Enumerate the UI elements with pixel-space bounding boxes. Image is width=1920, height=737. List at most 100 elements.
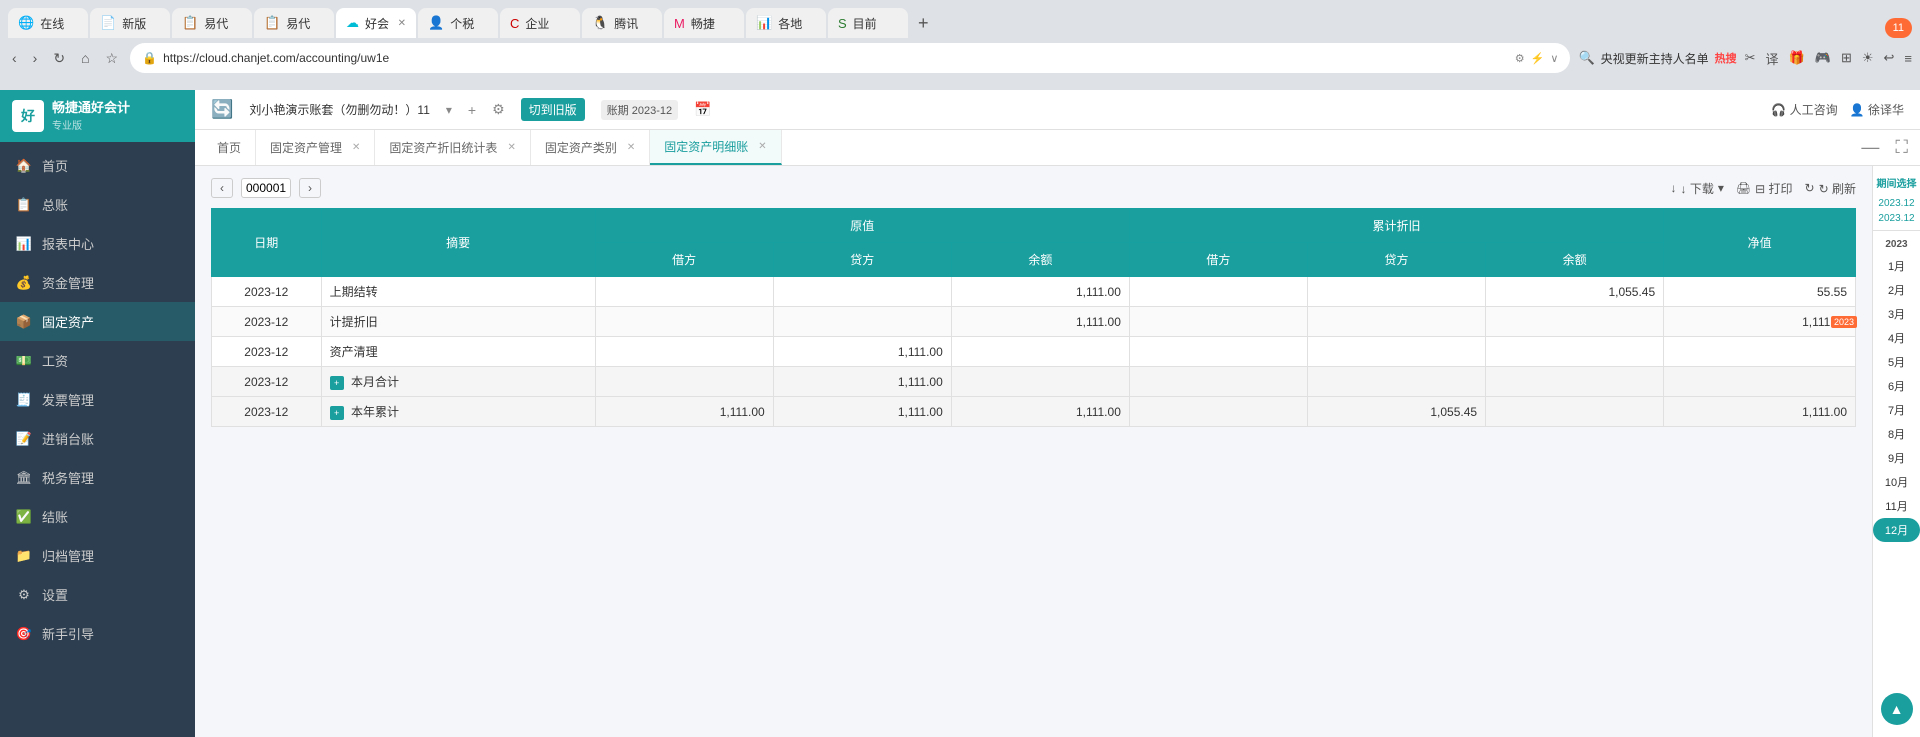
company-name: 刘小艳演示账套（勿删勿动！）11 bbox=[249, 101, 429, 118]
user-btn[interactable]: 👤 徐译华 bbox=[1850, 101, 1904, 118]
next-page-btn[interactable]: › bbox=[299, 178, 321, 198]
refresh-icon: ↻ bbox=[1805, 181, 1815, 195]
back-btn[interactable]: ‹ bbox=[8, 48, 21, 68]
sidebar-item-home[interactable]: 🏠 首页 bbox=[0, 146, 195, 185]
add-company-btn[interactable]: + bbox=[468, 102, 476, 118]
sidebar-item-ledger[interactable]: 📋 总账 bbox=[0, 185, 195, 224]
browser-tab-online[interactable]: 🌐 在线 bbox=[8, 8, 88, 38]
sidebar-item-funds[interactable]: 💰 资金管理 bbox=[0, 263, 195, 302]
undo-icon[interactable]: ↩ bbox=[1884, 50, 1895, 66]
browser-tab-muqian[interactable]: S 目前 bbox=[828, 8, 908, 38]
sidebar-item-home-label: 首页 bbox=[42, 156, 68, 175]
month-10[interactable]: 10月 bbox=[1873, 470, 1920, 494]
month-4[interactable]: 4月 bbox=[1873, 326, 1920, 350]
reload-btn[interactable]: ↻ bbox=[49, 48, 69, 69]
consult-btn[interactable]: 🎧 人工咨询 bbox=[1771, 101, 1837, 118]
address-box[interactable]: 🔒 https://cloud.chanjet.com/accounting/u… bbox=[130, 43, 1570, 73]
sidebar-item-invoice-label: 发票管理 bbox=[42, 390, 94, 409]
bookmark-btn[interactable]: ☆ bbox=[102, 48, 123, 69]
sidebar-item-purchase[interactable]: 📝 进销台账 bbox=[0, 419, 195, 458]
row2-dep-credit bbox=[1307, 307, 1485, 337]
scissors-icon[interactable]: ✂ bbox=[1745, 50, 1756, 66]
tab-close-btn[interactable]: ✕ bbox=[398, 18, 406, 29]
tab-close-ledger[interactable]: ✕ bbox=[758, 141, 766, 152]
row1-orig-balance: 1,111.00 bbox=[951, 277, 1129, 307]
browser-tab-gedi[interactable]: 📊 各地 bbox=[746, 8, 826, 38]
month-total-icon: + bbox=[330, 376, 344, 390]
tab-minimize-btn[interactable]: — bbox=[1857, 135, 1883, 160]
switch-version-btn[interactable]: 切到旧版 bbox=[521, 98, 585, 121]
chevron-down-icon[interactable]: ∨ bbox=[1550, 52, 1558, 65]
page-input[interactable] bbox=[241, 178, 291, 198]
tab-depreciation-stats[interactable]: 固定资产折旧统计表 ✕ bbox=[375, 130, 530, 165]
row1-dep-credit bbox=[1307, 277, 1485, 307]
dropdown-icon[interactable]: ▾ bbox=[446, 103, 452, 117]
year-label[interactable]: 2023 bbox=[1873, 235, 1920, 254]
tab-fixed-assets-category[interactable]: 固定资产类别 ✕ bbox=[531, 130, 650, 165]
browser-tab-active[interactable]: ☁ 好会 ✕ bbox=[336, 8, 416, 38]
month-12[interactable]: 12月 bbox=[1873, 518, 1920, 542]
row3-summary: 资产清理 bbox=[321, 337, 595, 367]
month-3[interactable]: 3月 bbox=[1873, 302, 1920, 326]
forward-btn[interactable]: › bbox=[29, 48, 42, 68]
sun-icon[interactable]: ☀ bbox=[1862, 50, 1874, 66]
refresh-btn[interactable]: ↻ ↻ 刷新 bbox=[1805, 180, 1856, 197]
sidebar-item-salary[interactable]: 💵 工资 bbox=[0, 341, 195, 380]
browser-tab-tax[interactable]: 👤 个税 bbox=[418, 8, 498, 38]
month-11[interactable]: 11月 bbox=[1873, 494, 1920, 518]
browser-tab-changjie[interactable]: M 畅捷 bbox=[664, 8, 744, 38]
browser-tab-tencent[interactable]: 🐧 腾讯 bbox=[582, 8, 662, 38]
month-5[interactable]: 5月 bbox=[1873, 350, 1920, 374]
tab-fixed-assets-mgmt[interactable]: 固定资产管理 ✕ bbox=[256, 130, 375, 165]
browser-tab-yidai1[interactable]: 📋 易代 bbox=[172, 8, 252, 38]
hot-tag[interactable]: 热搜 bbox=[1715, 50, 1737, 66]
tab-close-depr[interactable]: ✕ bbox=[507, 142, 515, 153]
month-7[interactable]: 7月 bbox=[1873, 398, 1920, 422]
sidebar-item-tax[interactable]: 🏛 税务管理 bbox=[0, 458, 195, 497]
selected-period-1: 2023.12 bbox=[1876, 196, 1916, 211]
month-9[interactable]: 9月 bbox=[1873, 446, 1920, 470]
home-btn[interactable]: ⌂ bbox=[77, 48, 93, 68]
sidebar-header: 好 畅捷通好会计 专业版 bbox=[0, 90, 195, 142]
tab-home[interactable]: 首页 bbox=[203, 130, 256, 165]
grid-icon[interactable]: ⊞ bbox=[1841, 50, 1852, 66]
tab-fixed-assets-ledger[interactable]: 固定资产明细账 ✕ bbox=[650, 130, 781, 165]
sidebar-item-settings[interactable]: ⚙ 设置 bbox=[0, 575, 195, 614]
sidebar-item-guide[interactable]: 🎯 新手引导 bbox=[0, 614, 195, 653]
translate-icon[interactable]: 译 bbox=[1766, 49, 1779, 68]
month-1[interactable]: 1月 bbox=[1873, 254, 1920, 278]
month-2[interactable]: 2月 bbox=[1873, 278, 1920, 302]
row5-net: 1,111.00 bbox=[1664, 397, 1856, 427]
th-original-value: 原值 bbox=[595, 209, 1129, 243]
browser-tab-new[interactable]: 📄 新版 bbox=[90, 8, 170, 38]
row1-date: 2023-12 bbox=[212, 277, 322, 307]
sidebar-item-close-account[interactable]: ✅ 结账 bbox=[0, 497, 195, 536]
browser-tab-enterprise[interactable]: C 企业 bbox=[500, 8, 580, 38]
print-btn[interactable]: 🖨 ⊟ 打印 bbox=[1736, 180, 1793, 197]
tab-close-cat[interactable]: ✕ bbox=[627, 142, 635, 153]
sidebar-item-fixed-assets[interactable]: 📦 固定资产 bbox=[0, 302, 195, 341]
tab-actions: — ⛶ bbox=[1857, 135, 1912, 160]
row2-orig-debit bbox=[595, 307, 773, 337]
settings-gear-icon[interactable]: ⚙ bbox=[492, 101, 505, 118]
ledger-table: 日期 摘要 原值 累计折旧 净值 借方 贷方 余额 借方 贷方 余额 bbox=[211, 208, 1856, 427]
sidebar-item-reports[interactable]: 📊 报表中心 bbox=[0, 224, 195, 263]
sidebar-item-invoice[interactable]: 🧾 发票管理 bbox=[0, 380, 195, 419]
month-8[interactable]: 8月 bbox=[1873, 422, 1920, 446]
gift-icon[interactable]: 🎁 bbox=[1789, 50, 1805, 66]
prev-page-btn[interactable]: ‹ bbox=[211, 178, 233, 198]
download-btn[interactable]: ↓ ↓ 下载 ▾ bbox=[1671, 180, 1724, 197]
app-header: 🔄 刘小艳演示账套（勿删勿动！）11 ▾ + ⚙ 切到旧版 账期 2023-12… bbox=[195, 90, 1920, 130]
row4-dep-balance bbox=[1486, 367, 1664, 397]
sidebar-item-archive[interactable]: 📁 归档管理 bbox=[0, 536, 195, 575]
menu-icon[interactable]: ≡ bbox=[1904, 51, 1912, 66]
new-tab-btn[interactable]: + bbox=[910, 9, 937, 38]
game-icon[interactable]: 🎮 bbox=[1815, 50, 1831, 66]
tab-close-mgmt[interactable]: ✕ bbox=[352, 142, 360, 153]
tab-maximize-btn[interactable]: ⛶ bbox=[1891, 135, 1912, 160]
calendar-icon[interactable]: 📅 bbox=[694, 101, 711, 118]
month-6[interactable]: 6月 bbox=[1873, 374, 1920, 398]
scroll-top-btn[interactable]: ▲ bbox=[1881, 693, 1913, 725]
browser-tab-yidai2[interactable]: 📋 易代 bbox=[254, 8, 334, 38]
row3-net bbox=[1664, 337, 1856, 367]
